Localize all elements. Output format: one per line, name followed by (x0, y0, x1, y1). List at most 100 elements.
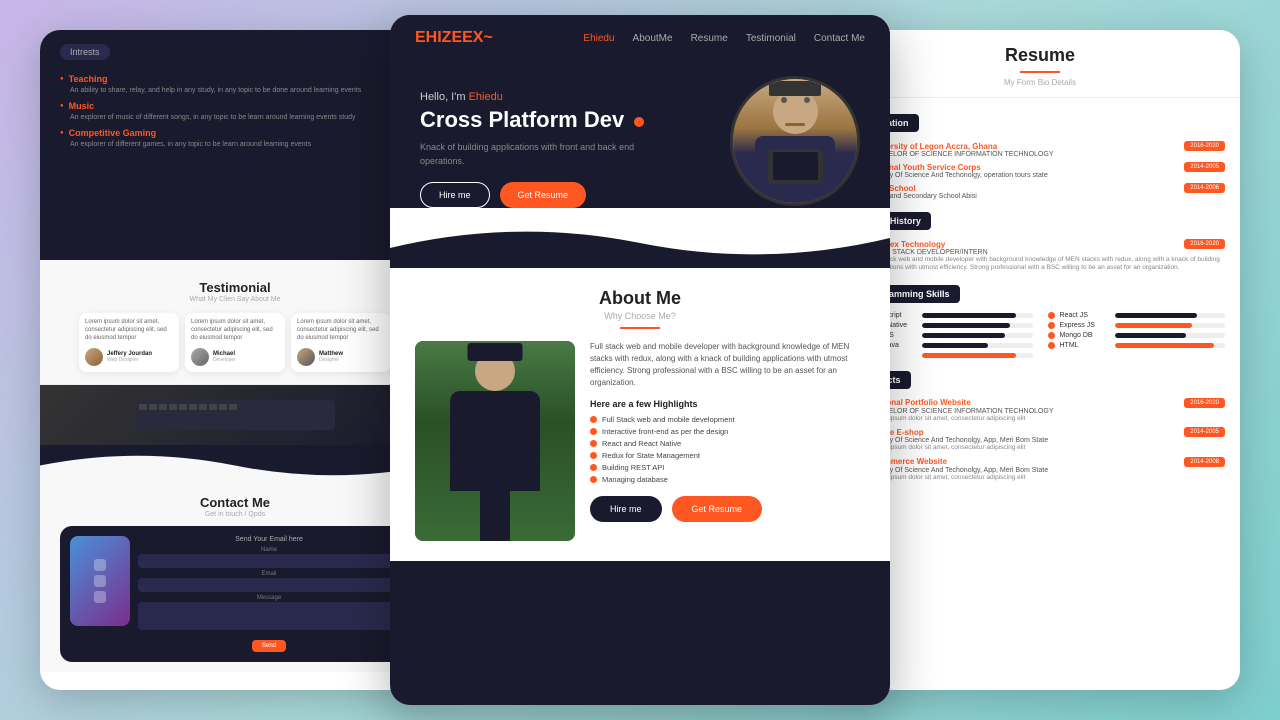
project-badge-2: 2014-2008 (1184, 457, 1225, 467)
edu-item-1: National Youth Service Corps 2014-2005 M… (855, 162, 1225, 179)
interest-music: Music An explorer of music of different … (60, 101, 410, 122)
project-desc-0: Lorem ipsum dolor sit amet, consectetur … (869, 415, 1225, 423)
nav-link-resume[interactable]: Resume (691, 33, 728, 44)
nav-link-testimonial[interactable]: Testimonial (746, 33, 796, 44)
project-row-2: Ecommerce Website 2014-2008 (869, 457, 1225, 467)
about-section: About Me Why Choose Me? Full stack web a… (390, 268, 890, 561)
edu-subtitle-2: Command Secondary School Abisi (869, 193, 1225, 200)
about-resume-button[interactable]: Get Resume (672, 496, 763, 522)
nav-link-aboutme[interactable]: AboutMe (633, 33, 673, 44)
resume-header: Resume My Form Bio Details (840, 30, 1240, 98)
project-item-0: Personal Portfolio Website 2016-2020 BAC… (855, 398, 1225, 423)
about-title: About Me (415, 288, 865, 309)
nav-link-ehiedu[interactable]: Ehiedu (583, 33, 614, 44)
project-desc-1: Lorem ipsum dolor sit amet, consectetur … (869, 444, 1225, 452)
wave-divider (390, 208, 890, 268)
skills-grid: Java Script React JS Rea (855, 312, 1225, 359)
edu-row-2: High School 2014-2006 (869, 183, 1225, 193)
message-field[interactable] (138, 602, 400, 630)
avatar-2 (297, 348, 315, 366)
project-subtitle-1: Ministry Of Science And Techonolgy, App,… (869, 437, 1225, 444)
highlight-dot-0 (590, 416, 597, 423)
work-row-0: Ehizeex Technology 2016-2020 (869, 239, 1225, 249)
skill-name-ejs: Express JS (1060, 322, 1110, 329)
testimonial-card-1: Lorem ipsum dolor sit amet, consectetur … (185, 313, 285, 372)
resume-title: Resume (860, 45, 1220, 66)
highlight-0: Full Stack web and mobile development (590, 415, 865, 424)
skill-bar-fill-rjs (1115, 313, 1198, 318)
hero-desc: Knack of building applications with fron… (420, 141, 650, 168)
nav-link-contact[interactable]: Contact Me (814, 33, 865, 44)
skill-row-rjs: React JS (1048, 312, 1226, 319)
submit-button[interactable]: Send (252, 640, 286, 652)
edu-item-0: University of Legon Accra, Ghana 2016-20… (855, 141, 1225, 158)
interest-gaming: Competitive Gaming An explorer of differ… (60, 128, 410, 149)
edu-content-1: National Youth Service Corps 2014-2005 M… (869, 162, 1225, 179)
resume-line (1020, 71, 1060, 73)
skill-bar-bg-rn (922, 323, 1033, 328)
project-content-0: Personal Portfolio Website 2016-2020 BAC… (869, 398, 1225, 423)
about-sub: Why Choose Me? (415, 311, 865, 321)
work-subtitle-0: FULL - STACK DEVELOPER/INTERN (869, 249, 1225, 256)
testimonial-card-0: Lorem ipsum dolor sit amet, consectetur … (79, 313, 179, 372)
skill-html: HTML (1048, 342, 1226, 349)
hire-me-button[interactable]: Hire me (420, 182, 490, 208)
skill-expressjs: Express JS (1048, 322, 1226, 329)
testimonial-person-0: Jeffery Jourdan Web Designer (85, 348, 173, 366)
skill-bar-fill-cj (922, 343, 988, 348)
hero-avatar (730, 76, 860, 206)
about-hire-button[interactable]: Hire me (590, 496, 662, 522)
skill-bar-fill-css (922, 353, 1016, 358)
edu-badge-1: 2014-2005 (1184, 162, 1225, 172)
project-row-1: Mobile E-shop 2014-2005 (869, 427, 1225, 437)
testimonial-sub: What My Clien Say About Me (60, 296, 410, 303)
skill-row-ejs: Express JS (1048, 322, 1226, 329)
hero-section: Hello, I'm Ehiedu Cross Platform Dev Kna… (390, 61, 890, 208)
skill-bar-fill-rn (922, 323, 1010, 328)
project-subtitle-2: Ministry Of Science And Techonolgy, App,… (869, 467, 1225, 474)
avatar-0 (85, 348, 103, 366)
skill-mongodb: Mongo DB (1048, 332, 1226, 339)
skill-bar-bg-mdb (1115, 333, 1226, 338)
skill-bar-bg-css (922, 353, 1033, 358)
resume-subtitle: My Form Bio Details (860, 78, 1220, 87)
highlights-title: Here are a few Highlights (590, 399, 865, 409)
project-desc-2: Lorem ipsum dolor sit amet, consectetur … (869, 474, 1225, 482)
nav-links: Ehiedu AboutMe Resume Testimonial Contac… (583, 33, 865, 44)
testimonial-text-2: Lorem ipsum dolor sit amet, consectetur … (297, 319, 385, 342)
social-icon-3 (94, 591, 106, 603)
highlight-4: Building REST API (590, 463, 865, 472)
edu-item-2: High School 2014-2006 Command Secondary … (855, 183, 1225, 200)
project-item-1: Mobile E-shop 2014-2005 Ministry Of Scie… (855, 427, 1225, 452)
about-image (415, 341, 575, 541)
skill-bar-bg-js (922, 313, 1033, 318)
skill-bar-fill-ejs (1115, 323, 1192, 328)
testimonial-cards: Lorem ipsum dolor sit amet, consectetur … (60, 313, 410, 372)
work-badge-0: 2016-2020 (1184, 239, 1225, 249)
interest-teaching-desc: An ability to share, relay, and help in … (60, 86, 410, 95)
interest-music-desc: An explorer of music of different songs,… (60, 113, 410, 122)
highlight-text-2: React and React Native (602, 439, 681, 448)
skill-row-html: HTML (1048, 342, 1226, 349)
email-field[interactable] (138, 578, 400, 592)
avatar-1 (191, 348, 209, 366)
social-icon-2 (94, 575, 106, 587)
skill-name-html: HTML (1060, 342, 1110, 349)
get-resume-button[interactable]: Get Resume (500, 182, 587, 208)
name-label: Name (138, 547, 400, 553)
highlight-text-5: Managing database (602, 475, 668, 484)
interests-tag: Intrests (60, 44, 110, 60)
name-field[interactable] (138, 554, 400, 568)
right-card: Resume My Form Bio Details Education Uni… (840, 30, 1240, 690)
orange-dot (634, 117, 644, 127)
highlight-text-1: Interactive front-end as per the design (602, 427, 728, 436)
edu-row-1: National Youth Service Corps 2014-2005 (869, 162, 1225, 172)
highlight-1: Interactive front-end as per the design (590, 427, 865, 436)
skill-bar-bg-njs (922, 333, 1033, 338)
get-in-touch-box: Send Your Email here Name Email Message … (60, 526, 410, 662)
social-icons-box (70, 536, 130, 626)
testimonial-text-0: Lorem ipsum dolor sit amet, consectetur … (85, 319, 173, 342)
interest-gaming-title: Competitive Gaming (60, 128, 410, 138)
testimonial-card-2: Lorem ipsum dolor sit amet, consectetur … (291, 313, 391, 372)
highlight-dot-3 (590, 452, 597, 459)
